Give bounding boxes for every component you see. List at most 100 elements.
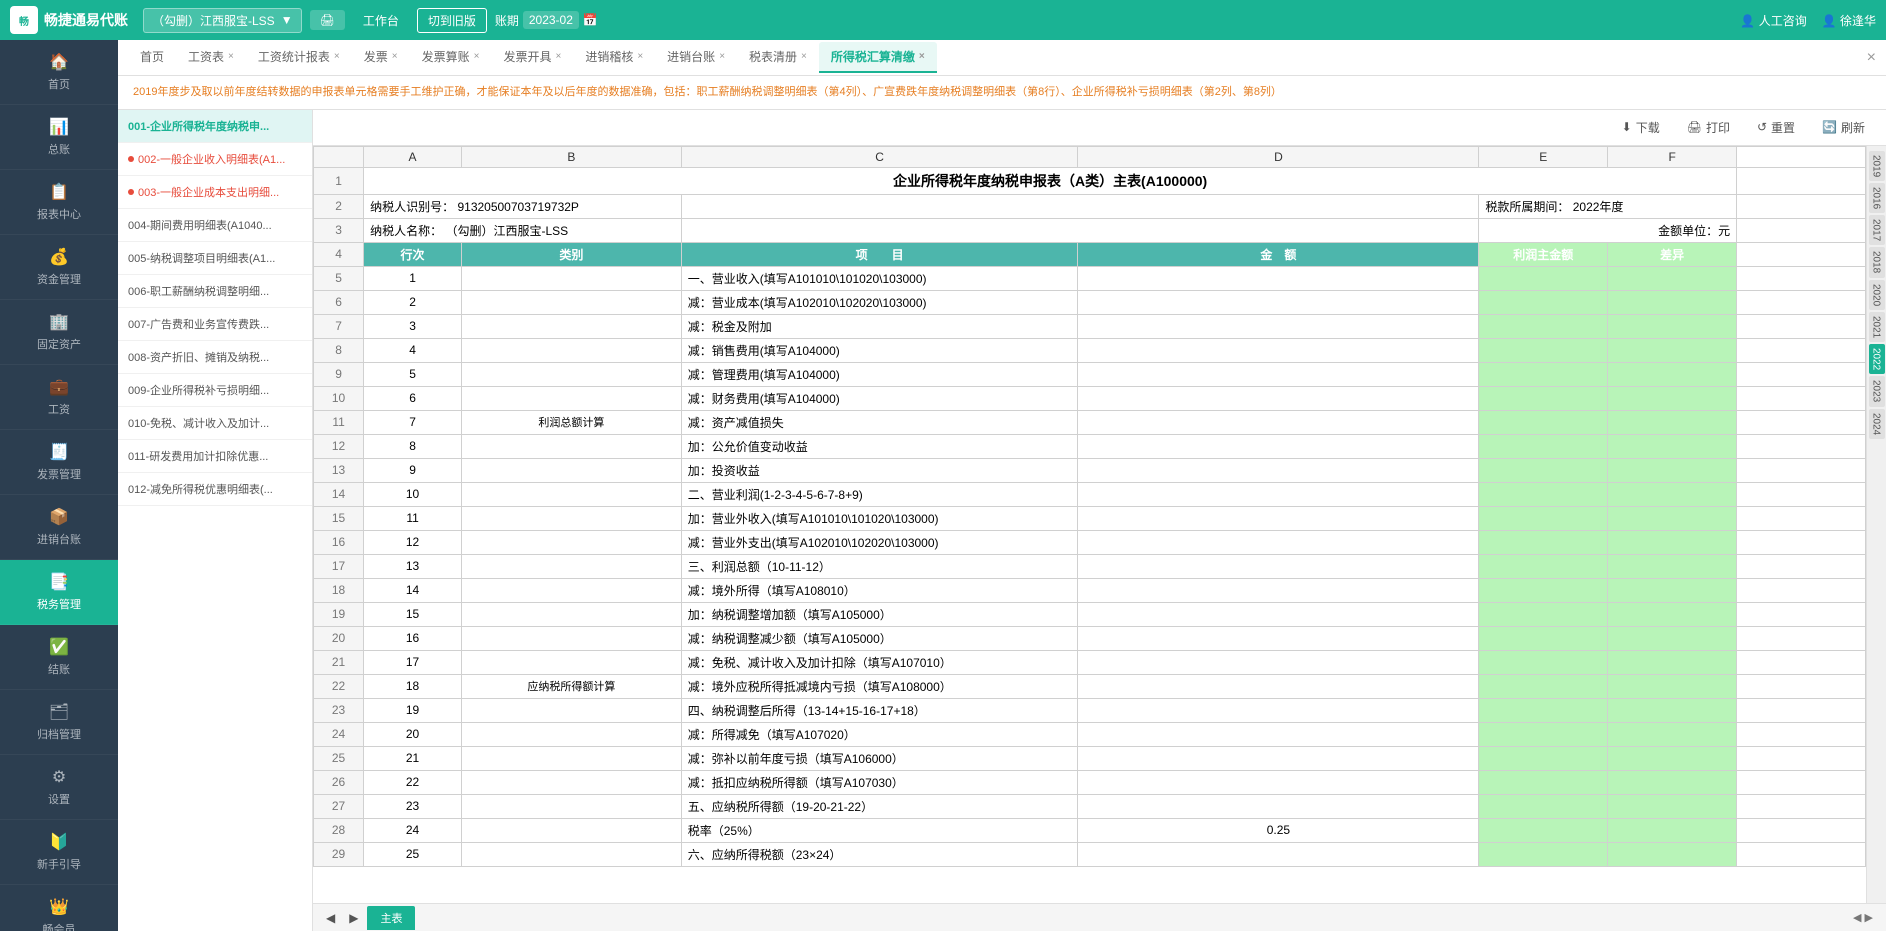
cell-project-12[interactable]: 减：营业外支出(填写A102010\102020\103000) [681, 530, 1078, 554]
cell-project-18[interactable]: 减：境外应税所得抵减境内亏损（填写A108000） [681, 674, 1078, 698]
cell-project-7[interactable]: 减：资产减值损失 [681, 410, 1078, 434]
left-item-008[interactable]: 008-资产折旧、摊销及纳税... [118, 341, 312, 374]
cell-rownum-21[interactable]: 21 [364, 746, 462, 770]
cell-rownum-12[interactable]: 12 [364, 530, 462, 554]
cell-rownum-1[interactable]: 1 [364, 266, 462, 290]
cell-project-21[interactable]: 减：弥补以前年度亏损（填写A106000） [681, 746, 1078, 770]
cell-profit-11[interactable] [1479, 506, 1608, 530]
cell-rownum-6[interactable]: 6 [364, 386, 462, 410]
left-item-002[interactable]: 002-一般企业收入明细表(A1... [118, 143, 312, 176]
sidebar-item-assets[interactable]: 🏢 固定资产 [0, 300, 118, 365]
tab-tax-list[interactable]: 税表清册 × [737, 42, 819, 73]
cell-profit-15[interactable] [1479, 602, 1608, 626]
sidebar-item-archive[interactable]: 🗂 归档管理 [0, 690, 118, 755]
company-selector[interactable]: （勾删）江西服宝-LSS ▼ [143, 8, 302, 33]
tab-home[interactable]: 首页 [128, 42, 176, 73]
cell-amount-11[interactable] [1078, 506, 1479, 530]
tab-salary[interactable]: 工资表 × [176, 42, 246, 73]
cell-profit-5[interactable] [1479, 362, 1608, 386]
cell-project-16[interactable]: 减：纳税调整减少额（填写A105000） [681, 626, 1078, 650]
sidebar-item-ledger[interactable]: 📊 总账 [0, 105, 118, 170]
sidebar-item-salary[interactable]: 💼 工资 [0, 365, 118, 430]
cell-rownum-4[interactable]: 4 [364, 338, 462, 362]
cell-diff-23[interactable] [1608, 794, 1737, 818]
cell-amount-25[interactable] [1078, 842, 1479, 866]
close-tab-income-tax[interactable]: × [919, 51, 925, 62]
cell-amount-16[interactable] [1078, 626, 1479, 650]
sidebar-item-guide[interactable]: 🔰 新手引导 [0, 820, 118, 885]
cell-project-5[interactable]: 减：管理费用(填写A104000) [681, 362, 1078, 386]
cell-amount-21[interactable] [1078, 746, 1479, 770]
left-item-009[interactable]: 009-企业所得税补亏损明细... [118, 374, 312, 407]
cell-rownum-3[interactable]: 3 [364, 314, 462, 338]
cell-profit-7[interactable] [1479, 410, 1608, 434]
cell-amount-5[interactable] [1078, 362, 1479, 386]
cell-amount-13[interactable] [1078, 554, 1479, 578]
close-tab-salary[interactable]: × [228, 51, 234, 62]
cell-diff-14[interactable] [1608, 578, 1737, 602]
cell-profit-8[interactable] [1479, 434, 1608, 458]
cell-project-11[interactable]: 加：营业外收入(填写A101010\101020\103000) [681, 506, 1078, 530]
cell-diff-20[interactable] [1608, 722, 1737, 746]
cell-amount-10[interactable] [1078, 482, 1479, 506]
cell-rownum-15[interactable]: 15 [364, 602, 462, 626]
cell-rownum-25[interactable]: 25 [364, 842, 462, 866]
reset-btn[interactable]: ↺ 重置 [1751, 116, 1801, 139]
sidebar-item-member[interactable]: 👑 畅会员 [0, 885, 118, 931]
cell-amount-6[interactable] [1078, 386, 1479, 410]
sheet-nav-prev[interactable]: ◀ [321, 909, 340, 927]
cell-rownum-16[interactable]: 16 [364, 626, 462, 650]
close-tab-salary-report[interactable]: × [334, 51, 340, 62]
year-2020[interactable]: 2020 [1869, 280, 1885, 310]
cell-rownum-14[interactable]: 14 [364, 578, 462, 602]
cell-diff-3[interactable] [1608, 314, 1737, 338]
year-2021[interactable]: 2021 [1869, 312, 1885, 342]
cell-amount-23[interactable] [1078, 794, 1479, 818]
cell-diff-10[interactable] [1608, 482, 1737, 506]
cell-profit-23[interactable] [1479, 794, 1608, 818]
refresh-btn[interactable]: 🔄 刷新 [1816, 116, 1871, 139]
consult-btn[interactable]: 👤 人工咨询 [1740, 12, 1806, 29]
cell-project-25[interactable]: 六、应纳所得税额（23×24） [681, 842, 1078, 866]
cell-profit-10[interactable] [1479, 482, 1608, 506]
cell-project-10[interactable]: 二、营业利润(1-2-3-4-5-6-7-8+9) [681, 482, 1078, 506]
cell-project-19[interactable]: 四、纳税调整后所得（13-14+15-16-17+18） [681, 698, 1078, 722]
tab-sales-check[interactable]: 进销稽核 × [573, 42, 655, 73]
left-item-005[interactable]: 005-纳税调整项目明细表(A1... [118, 242, 312, 275]
year-2019[interactable]: 2019 [1869, 151, 1885, 181]
cell-project-9[interactable]: 加：投资收益 [681, 458, 1078, 482]
cell-amount-4[interactable] [1078, 338, 1479, 362]
cell-project-1[interactable]: 一、营业收入(填写A101010\101020\103000) [681, 266, 1078, 290]
cell-profit-1[interactable] [1479, 266, 1608, 290]
cell-project-15[interactable]: 加：纳税调整增加额（填写A105000） [681, 602, 1078, 626]
year-2022[interactable]: 2022 [1869, 344, 1885, 374]
left-item-011[interactable]: 011-研发费用加计扣除优惠... [118, 440, 312, 473]
tab-invoice-calc[interactable]: 发票算账 × [410, 42, 492, 73]
tab-income-tax[interactable]: 所得税汇算清缴 × [819, 42, 937, 73]
sidebar-item-invoice[interactable]: 🧾 发票管理 [0, 430, 118, 495]
cell-rownum-8[interactable]: 8 [364, 434, 462, 458]
cell-profit-25[interactable] [1479, 842, 1608, 866]
cell-profit-16[interactable] [1479, 626, 1608, 650]
cell-diff-17[interactable] [1608, 650, 1737, 674]
scroll-bar-area[interactable]: ◀ ▶ [1848, 911, 1878, 924]
cell-project-4[interactable]: 减：销售费用(填写A104000) [681, 338, 1078, 362]
sheet-tab-main[interactable]: 主表 [367, 906, 415, 930]
cell-diff-16[interactable] [1608, 626, 1737, 650]
cell-amount-7[interactable] [1078, 410, 1479, 434]
year-2018[interactable]: 2018 [1869, 247, 1885, 277]
left-item-003[interactable]: 003-一般企业成本支出明细... [118, 176, 312, 209]
close-tab-invoice[interactable]: × [392, 51, 398, 62]
sidebar-item-home[interactable]: 🏠 首页 [0, 40, 118, 105]
cell-amount-3[interactable] [1078, 314, 1479, 338]
cell-amount-24[interactable]: 0.25 [1078, 818, 1479, 842]
cell-amount-9[interactable] [1078, 458, 1479, 482]
cell-amount-20[interactable] [1078, 722, 1479, 746]
left-item-012[interactable]: 012-减免所得税优惠明细表(... [118, 473, 312, 506]
cell-amount-12[interactable] [1078, 530, 1479, 554]
cell-project-22[interactable]: 减：抵扣应纳税所得额（填写A107030） [681, 770, 1078, 794]
tab-sales-ledger[interactable]: 进销台账 × [655, 42, 737, 73]
cell-diff-5[interactable] [1608, 362, 1737, 386]
close-tab-sales-check[interactable]: × [637, 51, 643, 62]
sidebar-item-report[interactable]: 📋 报表中心 [0, 170, 118, 235]
